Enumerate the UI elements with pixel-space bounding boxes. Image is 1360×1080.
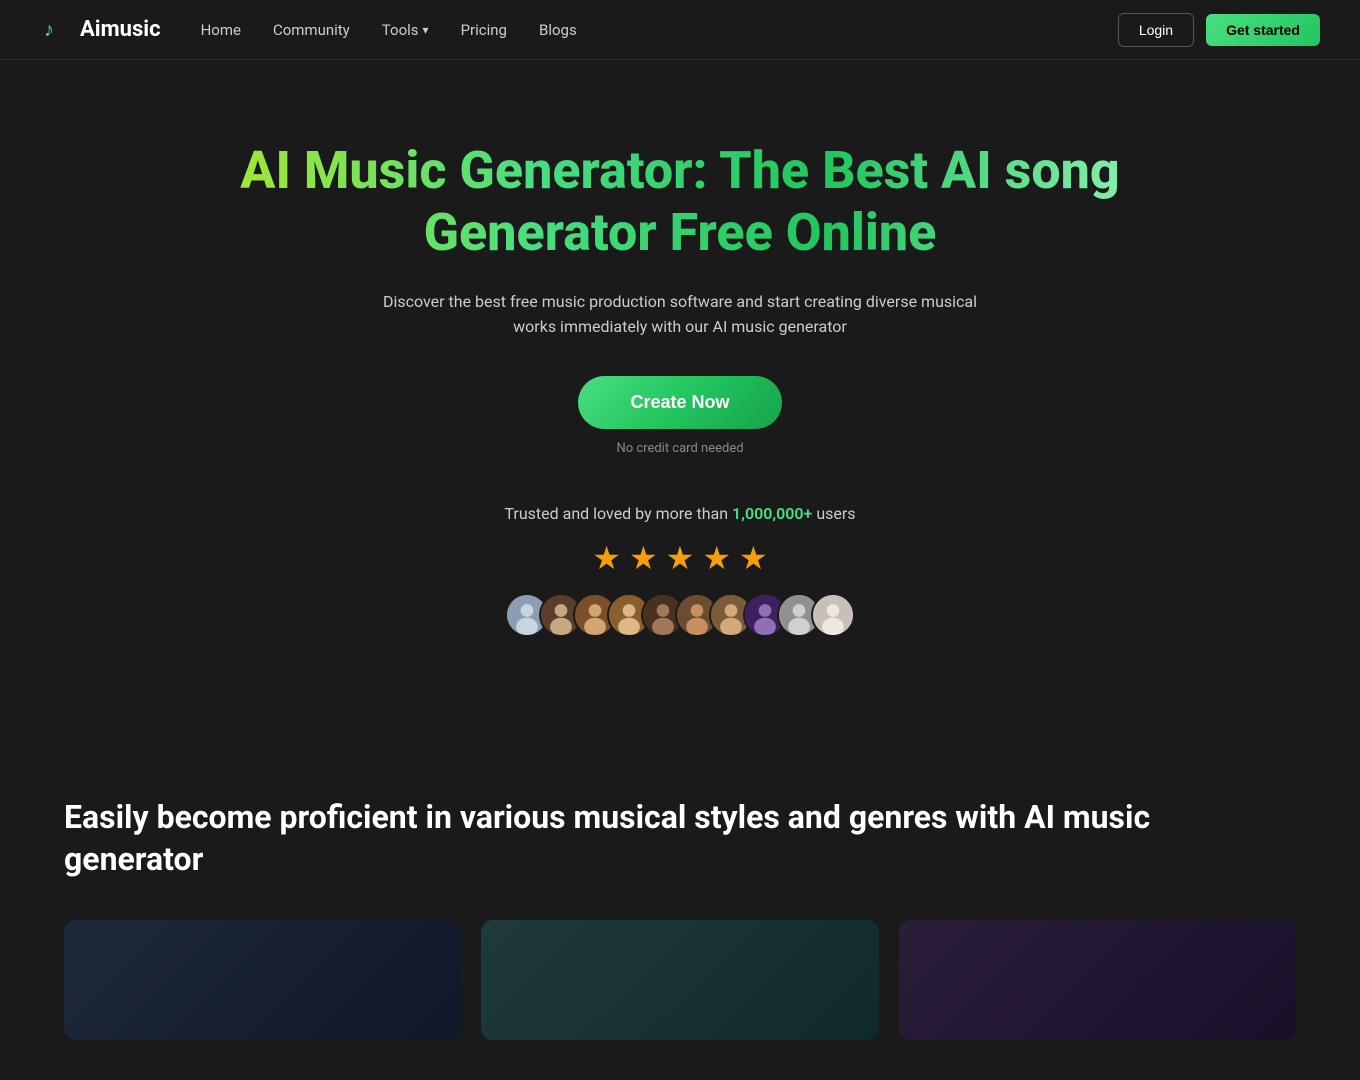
hero-subtitle: Discover the best free music production …	[380, 289, 980, 340]
trust-text: Trusted and loved by more than 1,000,000…	[504, 504, 855, 523]
nav-item-pricing[interactable]: Pricing	[461, 20, 507, 39]
star-5: ★	[739, 539, 768, 577]
star-1: ★	[592, 539, 621, 577]
nav-community-link[interactable]: Community	[273, 21, 350, 39]
trust-post-text: users	[816, 504, 855, 523]
nav-tools-label: Tools	[382, 21, 419, 39]
login-button[interactable]: Login	[1118, 13, 1194, 47]
hero-section: AI Music Generator: The Best AI song Gen…	[0, 60, 1360, 737]
navbar-right: Login Get started	[1118, 13, 1320, 47]
nav-pricing-link[interactable]: Pricing	[461, 21, 507, 39]
nav-home-link[interactable]: Home	[201, 21, 241, 39]
star-2: ★	[629, 539, 658, 577]
svg-text:♪: ♪	[44, 17, 54, 41]
hero-title: AI Music Generator: The Best AI song Gen…	[230, 140, 1130, 265]
nav-item-tools[interactable]: Tools ▾	[382, 21, 429, 39]
cards-grid	[64, 920, 1296, 1040]
nav-item-blogs[interactable]: Blogs	[539, 20, 577, 39]
trust-user-count: 1,000,000+	[732, 504, 812, 523]
chevron-down-icon: ▾	[423, 23, 429, 37]
avatars-container	[505, 593, 855, 637]
get-started-button[interactable]: Get started	[1206, 14, 1320, 46]
navbar-left: ♪ Aimusic Home Community Tools ▾ Pricing…	[40, 14, 577, 46]
bottom-title: Easily become proficient in various musi…	[64, 797, 1296, 880]
star-3: ★	[666, 539, 695, 577]
create-now-button[interactable]: Create Now	[578, 376, 781, 429]
music-card-2[interactable]	[481, 920, 878, 1040]
trust-pre-text: Trusted and loved by more than	[504, 504, 728, 523]
nav-links: Home Community Tools ▾ Pricing Blogs	[201, 20, 577, 39]
nav-item-community[interactable]: Community	[273, 20, 350, 39]
trust-section: Trusted and loved by more than 1,000,000…	[504, 504, 855, 637]
nav-item-home[interactable]: Home	[201, 20, 241, 39]
logo-link[interactable]: ♪ Aimusic	[40, 14, 161, 46]
logo-icon: ♪	[40, 14, 72, 46]
stars-container: ★ ★ ★ ★ ★	[592, 539, 767, 577]
music-card-3[interactable]	[899, 920, 1296, 1040]
star-4: ★	[702, 539, 731, 577]
logo-text: Aimusic	[80, 17, 161, 42]
avatar-10	[811, 593, 855, 637]
music-card-1[interactable]	[64, 920, 461, 1040]
bottom-section: Easily become proficient in various musi…	[0, 737, 1360, 1080]
nav-tools-link[interactable]: Tools ▾	[382, 21, 429, 39]
nav-blogs-link[interactable]: Blogs	[539, 21, 577, 39]
navbar: ♪ Aimusic Home Community Tools ▾ Pricing…	[0, 0, 1360, 60]
no-credit-card-text: No credit card needed	[616, 441, 743, 456]
